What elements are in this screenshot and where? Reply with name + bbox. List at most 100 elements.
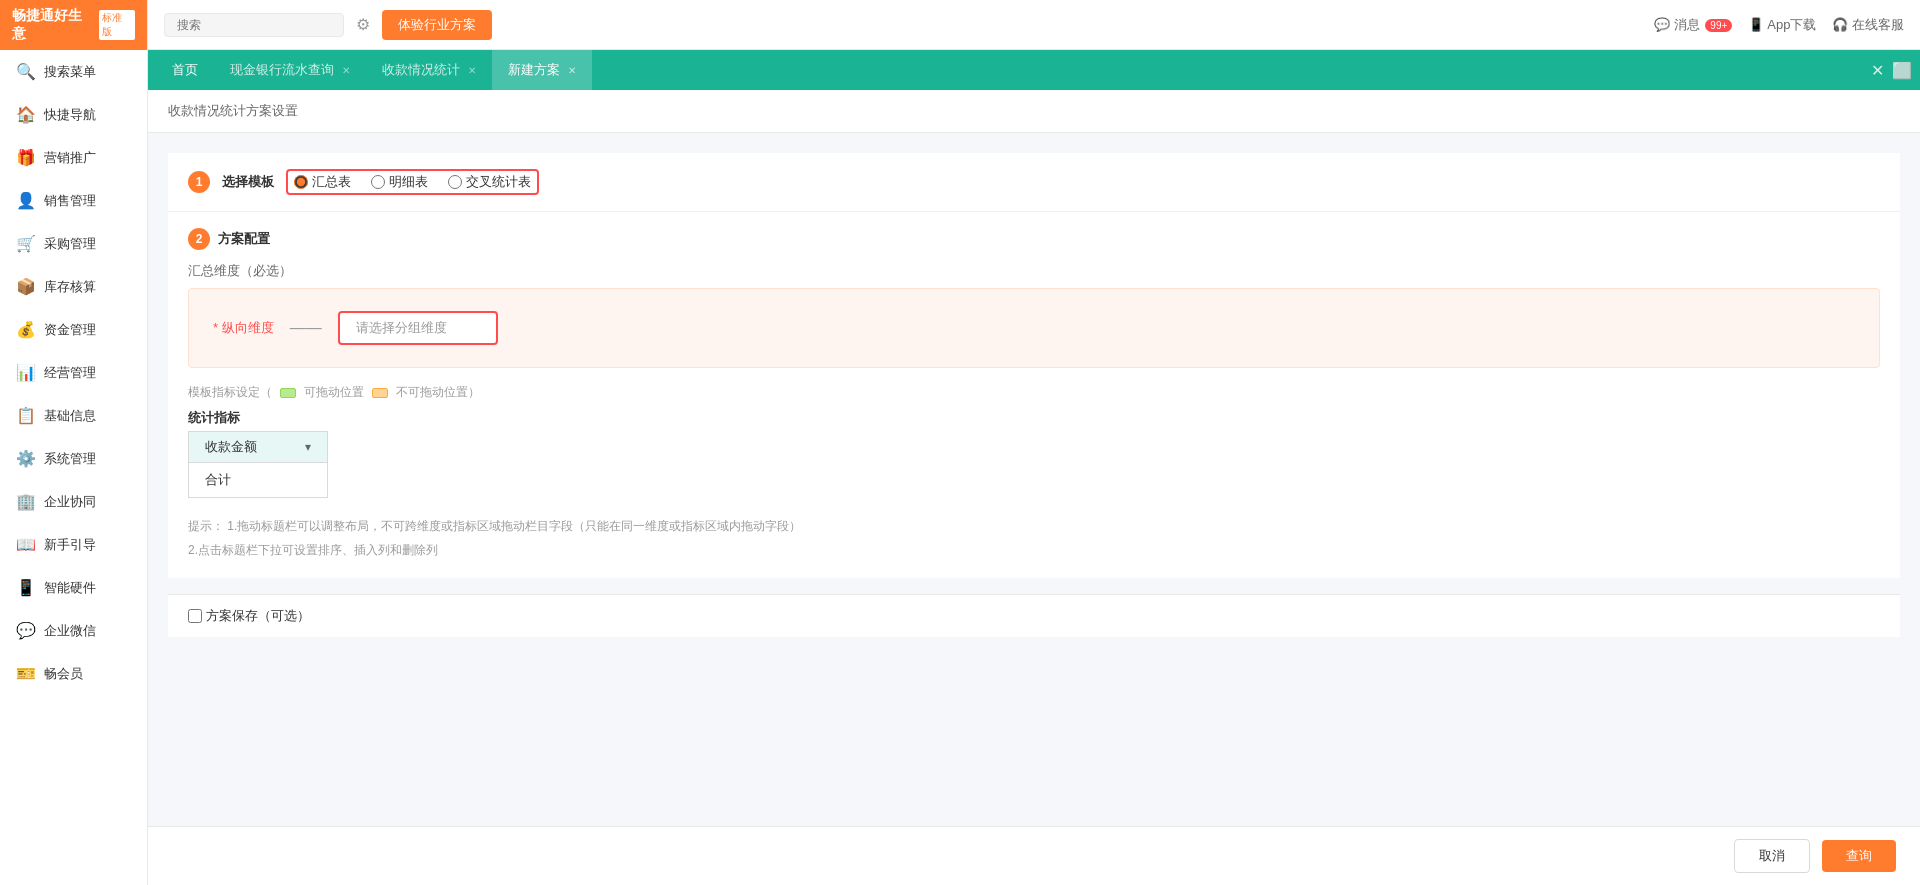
radio-summary-label: 汇总表 [312,173,351,191]
content-area: 收款情况统计方案设置 1 选择模板 汇总表 [148,90,1920,826]
radio-crosstab[interactable]: 交叉统计表 [448,173,531,191]
top-bar-right: 💬 消息 99+ 📱 App下载 🎧 在线客服 [1654,16,1904,34]
sidebar-label: 快捷导航 [44,106,96,124]
metrics-settings-label: 模板指标设定（ [188,384,272,401]
metrics-table-cell: 合计 [189,463,327,497]
step-section: 1 选择模板 汇总表 明细表 [168,153,1900,578]
page-title: 收款情况统计方案设置 [168,103,298,118]
sidebar-item-finance[interactable]: 💰 资金管理 [0,308,147,351]
sidebar-item-basic-info[interactable]: 📋 基础信息 [0,394,147,437]
step2-label: 方案配置 [218,230,270,248]
radio-detail-label: 明细表 [389,173,428,191]
tab-new-plan[interactable]: 新建方案 ✕ [492,50,592,90]
money-icon: 💰 [16,320,36,339]
metrics-table-header: 收款金额 ▾ [189,432,327,463]
sidebar-label: 企业微信 [44,622,96,640]
save-checkbox-text: 方案保存（可选） [206,607,310,625]
not-draggable-label: 不可拖动位置） [396,384,480,401]
top-bar: ⚙ 体验行业方案 💬 消息 99+ 📱 App下载 🎧 在线客服 [148,0,1920,50]
settings-icon[interactable]: ⚙ [356,15,370,34]
cancel-button[interactable]: 取消 [1734,839,1810,873]
metrics-table: 收款金额 ▾ 合计 [188,431,328,498]
sidebar-item-member[interactable]: 🎫 畅会员 [0,652,147,695]
radio-summary-input[interactable] [294,175,308,189]
sidebar-item-search-menu[interactable]: 🔍 搜索菜单 [0,50,147,93]
sidebar-item-guide[interactable]: 📖 新手引导 [0,523,147,566]
gift-icon: 🎁 [16,148,36,167]
support-link[interactable]: 🎧 在线客服 [1832,16,1904,34]
sidebar-label: 畅会员 [44,665,83,683]
tab-expand[interactable]: ⬜ [1892,61,1912,80]
tips-section: 提示： 1.拖动标题栏可以调整布局，不可跨维度或指标区域拖动栏目字段（只能在同一… [188,514,1880,562]
sidebar-item-inventory[interactable]: 📦 库存核算 [0,265,147,308]
sidebar-logo: 畅捷通好生意 标准版 [0,0,147,50]
sidebar-item-wechat[interactable]: 💬 企业微信 [0,609,147,652]
sidebar-label: 采购管理 [44,235,96,253]
dim-input-box[interactable]: 请选择分组维度 [338,311,498,345]
sidebar-item-purchase[interactable]: 🛒 采购管理 [0,222,147,265]
dim-field-label: * 纵向维度 [213,319,274,337]
industry-btn[interactable]: 体验行业方案 [382,10,492,40]
bottom-section: 方案保存（可选） [168,594,1900,637]
radio-detail-input[interactable] [371,175,385,189]
radio-crosstab-input[interactable] [448,175,462,189]
sidebar-item-quick-nav[interactable]: 🏠 快捷导航 [0,93,147,136]
footer-bar: 取消 查询 [148,826,1920,885]
tab-home[interactable]: 首页 [156,50,214,90]
clipboard-icon: 📋 [16,406,36,425]
sidebar-label: 企业协同 [44,493,96,511]
metrics-dropdown-icon[interactable]: ▾ [305,440,311,454]
tab-receipts[interactable]: 收款情况统计 ✕ [366,50,492,90]
radio-detail[interactable]: 明细表 [371,173,428,191]
sidebar-label: 资金管理 [44,321,96,339]
tab-receipts-close[interactable]: ✕ [468,65,476,76]
tip-1: 提示： 1.拖动标题栏可以调整布局，不可跨维度或指标区域拖动栏目字段（只能在同一… [188,514,1880,538]
sidebar-item-marketing[interactable]: 🎁 营销推广 [0,136,147,179]
gear-icon: ⚙️ [16,449,36,468]
tabs-bar: 首页 现金银行流水查询 ✕ 收款情况统计 ✕ 新建方案 ✕ ✕ ⬜ [148,50,1920,90]
page-header: 收款情况统计方案设置 [148,90,1920,133]
tab-cashflow-label: 现金银行流水查询 [230,61,334,79]
message-badge: 99+ [1705,19,1732,32]
dim-section-label: 汇总维度（必选） [188,262,1880,280]
tab-cashflow-close[interactable]: ✕ [342,65,350,76]
sidebar-label: 库存核算 [44,278,96,296]
tab-new-plan-close[interactable]: ✕ [568,65,576,76]
tab-close-all[interactable]: ✕ [1871,61,1884,80]
not-draggable-tag [372,388,388,398]
search-icon: 🔍 [16,62,36,81]
step2-number: 2 [188,228,210,250]
search-input[interactable] [164,13,344,37]
dim-arrow-icon: —— [290,319,322,337]
step2-section: 2 方案配置 汇总维度（必选） * 纵向维度 —— 请选择分组维度 [168,212,1900,578]
page-body: 1 选择模板 汇总表 明细表 [148,133,1920,657]
tabs-actions: ✕ ⬜ [1871,61,1912,80]
download-link[interactable]: 📱 App下载 [1748,16,1816,34]
book-icon: 📖 [16,535,36,554]
metrics-table-header-label: 收款金额 [205,438,257,456]
sidebar-item-enterprise[interactable]: 🏢 企业协同 [0,480,147,523]
messages-link[interactable]: 💬 消息 99+ [1654,16,1732,34]
sidebar-item-sales[interactable]: 👤 销售管理 [0,179,147,222]
save-checkbox[interactable] [188,609,202,623]
logo-text: 畅捷通好生意 [12,7,95,43]
stats-label: 统计指标 [188,409,1880,427]
cart-icon: 🛒 [16,234,36,253]
save-checkbox-label[interactable]: 方案保存（可选） [188,607,310,625]
home-icon: 🏠 [16,105,36,124]
person-icon: 👤 [16,191,36,210]
step1-row: 1 选择模板 汇总表 明细表 [168,153,1900,212]
step1-number: 1 [188,171,210,193]
sidebar-label: 营销推广 [44,149,96,167]
sidebar-label: 销售管理 [44,192,96,210]
query-button[interactable]: 查询 [1822,840,1896,872]
sidebar-item-smart-hw[interactable]: 📱 智能硬件 [0,566,147,609]
tab-receipts-label: 收款情况统计 [382,61,460,79]
sidebar-item-system[interactable]: ⚙️ 系统管理 [0,437,147,480]
chat-icon: 💬 [16,621,36,640]
tab-new-plan-label: 新建方案 [508,61,560,79]
ticket-icon: 🎫 [16,664,36,683]
radio-summary[interactable]: 汇总表 [294,173,351,191]
tab-cashflow[interactable]: 现金银行流水查询 ✕ [214,50,366,90]
sidebar-item-operations[interactable]: 📊 经营管理 [0,351,147,394]
